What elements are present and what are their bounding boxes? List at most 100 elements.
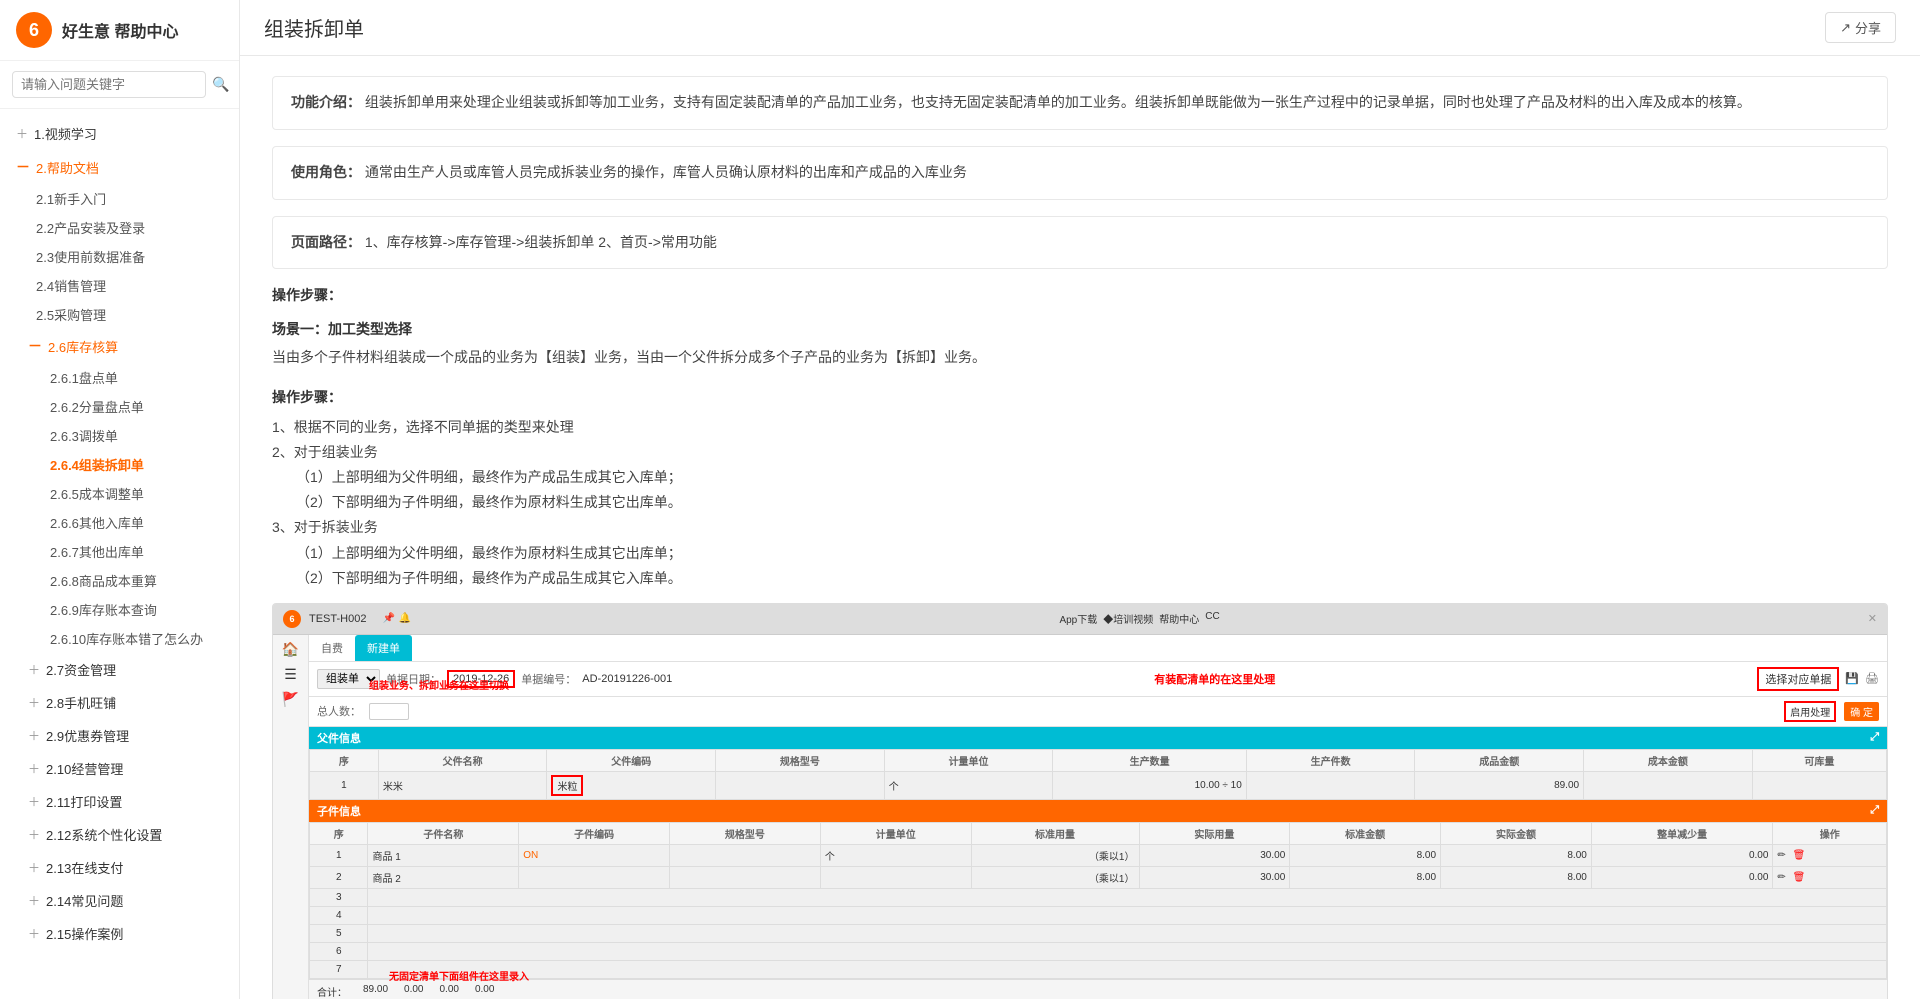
- delete-icon1[interactable]: 🗑: [1793, 850, 1806, 861]
- th-seq: 序: [310, 749, 379, 771]
- mock-select-bill-btn[interactable]: 选择对应单据: [1757, 667, 1839, 691]
- mock-totals-row: 合计： 89.00 0.00 0.00 0.00: [309, 979, 1887, 999]
- edit-icon1[interactable]: ✏: [1777, 850, 1785, 861]
- mock-form-toolbar: 组装单 拆卸单 单据日期： 2019-12-26 单据编号： AD-201912…: [309, 662, 1887, 697]
- annotation-text1: 有装配清单的在这里处理: [678, 671, 1751, 687]
- main-content: 组装拆卸单 ↗ 分享 功能介绍： 组装拆卸单用来处理企业组装或拆卸等加工业务，支…: [240, 0, 1920, 999]
- mock-parent-row1: 1 米米 米粒 个 10.00 ÷ 10 89.00: [310, 771, 1887, 799]
- td-c-spec2: [670, 866, 821, 888]
- mock-test-id: TEST-H002: [309, 613, 366, 625]
- plus-icon-2-9: ＋: [28, 727, 40, 744]
- td-spec1: [716, 771, 885, 799]
- edit-icon2[interactable]: ✏: [1777, 872, 1785, 883]
- search-input[interactable]: [12, 71, 206, 98]
- sidebar-item-s2-6-3[interactable]: 2.6.3调拨单: [0, 421, 239, 450]
- th-c-op: 操作: [1773, 822, 1887, 844]
- sidebar-item-s2-6-9[interactable]: 2.6.9库存账本查询: [0, 595, 239, 624]
- mock-confirm-btn[interactable]: 确 定: [1844, 702, 1879, 721]
- delete-icon2[interactable]: 🗑: [1793, 872, 1806, 883]
- mock-home-icon: 🏠: [282, 641, 299, 658]
- close-icon[interactable]: ✕: [1868, 612, 1877, 625]
- td-c-seq1: 1: [310, 844, 368, 866]
- search-icon[interactable]: 🔍: [212, 76, 229, 93]
- sidebar-item-s2-14[interactable]: ＋ 2.14常见问题: [0, 884, 239, 917]
- mock-child-table: 序 子件名称 子件编码 规格型号 计量单位 标准用量 实际用量 标准金额 实际金…: [309, 822, 1887, 979]
- step2: 2、对于组装业务: [272, 440, 1888, 465]
- mock-tab-zifei[interactable]: 自费: [309, 635, 355, 661]
- mock-child-expand-icon[interactable]: ⤢: [1870, 804, 1879, 817]
- td-c-stdq1: （乘以1）: [971, 844, 1139, 866]
- td-c-seq4: 4: [310, 906, 368, 924]
- sidebar-item-s2-2[interactable]: 2.2产品安装及登录: [0, 213, 239, 242]
- mock-expand-icon[interactable]: ⤢: [1870, 731, 1879, 744]
- sidebar-item-s2-4[interactable]: 2.4销售管理: [0, 271, 239, 300]
- td-c-op1: ✏ 🗑: [1773, 844, 1887, 866]
- logo-icon: 6: [16, 12, 52, 48]
- sidebar-item-s2-6-7[interactable]: 2.6.7其他出库单: [0, 537, 239, 566]
- th-c-act-qty: 实际用量: [1139, 822, 1290, 844]
- sidebar-item-s2-15[interactable]: ＋ 2.15操作案例: [0, 917, 239, 950]
- sidebar-item-s2-6-6[interactable]: 2.6.6其他入库单: [0, 508, 239, 537]
- mock-tab-newbill[interactable]: 新建单: [355, 635, 412, 661]
- step3-sub2: （2）下部明细为子件明细，最终作为产成品生成其它入库单。: [296, 566, 1888, 591]
- sidebar-item-s2-12[interactable]: ＋ 2.12系统个性化设置: [0, 818, 239, 851]
- td-c-code1: ON: [519, 844, 670, 866]
- sidebar-item-s1[interactable]: ＋ 1.视频学习: [0, 117, 239, 150]
- td-c-seq3: 3: [310, 888, 368, 906]
- sidebar-item-s2-3[interactable]: 2.3使用前数据准备: [0, 242, 239, 271]
- sidebar-item-s2[interactable]: － 2.帮助文档: [0, 150, 239, 184]
- mock-child-section: 子件信息 ⤢ 序 子件名称 子件编码 规格型号 计量单位: [309, 800, 1887, 999]
- sidebar-item-s2-6-8[interactable]: 2.6.8商品成本重算: [0, 566, 239, 595]
- mock-child-row3: 3: [310, 888, 1887, 906]
- ops-steps-title: 操作步骤：: [272, 387, 1888, 407]
- sidebar-item-s2-6-1[interactable]: 2.6.1盘点单: [0, 363, 239, 392]
- sidebar-item-s2-1[interactable]: 2.1新手入门: [0, 184, 239, 213]
- sidebar-item-s2-6-2[interactable]: 2.6.2分量盘点单: [0, 392, 239, 421]
- sidebar-item-s2-13[interactable]: ＋ 2.13在线支付: [0, 851, 239, 884]
- sidebar-item-s2-9[interactable]: ＋ 2.9优惠券管理: [0, 719, 239, 752]
- th-c-code: 子件编码: [519, 822, 670, 844]
- th-c-std-qty: 标准用量: [971, 822, 1139, 844]
- th-c-reduce: 整单减少量: [1591, 822, 1773, 844]
- sidebar-item-s2-6-4[interactable]: 2.6.4组装拆卸单: [0, 450, 239, 479]
- scene1-title: 场景一：加工类型选择: [272, 319, 1888, 339]
- sidebar-item-s2-8[interactable]: ＋ 2.8手机旺铺: [0, 686, 239, 719]
- mock-save-icon[interactable]: 💾: [1845, 672, 1859, 685]
- sidebar-item-s2-6-10[interactable]: 2.6.10库存账本错了怎么办: [0, 624, 239, 653]
- th-c-act-amt: 实际金额: [1441, 822, 1592, 844]
- plus-icon-2-15: ＋: [28, 925, 40, 942]
- mock-topbar-icons: 📌 🔔: [382, 613, 411, 624]
- sidebar-item-s2-11[interactable]: ＋ 2.11打印设置: [0, 785, 239, 818]
- path-text: 页面路径： 1、库存核算->库存管理->组装拆卸单 2、首页->常用功能: [291, 231, 1869, 255]
- td-c-unit1: 个: [820, 844, 971, 866]
- intro-block: 功能介绍： 组装拆卸单用来处理企业组装或拆卸等加工业务，支持有固定装配清单的产品…: [272, 76, 1888, 130]
- th-unit: 计量单位: [884, 749, 1053, 771]
- mock-print-icon[interactable]: 🖨: [1865, 672, 1879, 685]
- td-pqty1: 10.00 ÷ 10: [1053, 771, 1246, 799]
- step2-sub2: （2）下部明细为子件明细，最终作为原材料生成其它出库单。: [296, 490, 1888, 515]
- step3: 3、对于拆装业务: [272, 515, 1888, 540]
- sidebar-item-s2-5[interactable]: 2.5采购管理: [0, 300, 239, 329]
- mock-count-input[interactable]: [369, 703, 409, 720]
- mock-child-row1: 1 商品 1 ON 个 （乘以1） 30.00 8.00 8.00 0.0: [310, 844, 1887, 866]
- sidebar-item-s2-7[interactable]: ＋ 2.7资金管理: [0, 653, 239, 686]
- minus-icon: －: [16, 157, 30, 177]
- sidebar-item-s2-6[interactable]: － 2.6库存核算: [0, 329, 239, 363]
- share-button[interactable]: ↗ 分享: [1825, 12, 1896, 43]
- td-avail1: [1752, 771, 1886, 799]
- td-c-empty3: [368, 888, 1887, 906]
- step1: 1、根据不同的业务，选择不同单据的类型来处理: [272, 415, 1888, 440]
- totals-val4: 0.00: [475, 984, 494, 999]
- totals-val2: 0.00: [404, 984, 423, 999]
- mock-child-row6: 6: [310, 942, 1887, 960]
- path-block: 页面路径： 1、库存核算->库存管理->组装拆卸单 2、首页->常用功能: [272, 216, 1888, 270]
- sidebar-item-s2-10[interactable]: ＋ 2.10经营管理: [0, 752, 239, 785]
- plus-icon-2-13: ＋: [28, 859, 40, 876]
- mock-billno-label: 单据编号：: [521, 671, 576, 687]
- td-c-stda2: 8.00: [1290, 866, 1441, 888]
- sidebar-item-s2-6-5[interactable]: 2.6.5成本调整单: [0, 479, 239, 508]
- ops-title: 操作步骤：: [272, 285, 1888, 305]
- th-parent-name: 父件名称: [378, 749, 547, 771]
- role-block: 使用角色： 通常由生产人员或库管人员完成拆装业务的操作，库管人员确认原材料的出库…: [272, 146, 1888, 200]
- search-box[interactable]: 🔍: [0, 61, 239, 109]
